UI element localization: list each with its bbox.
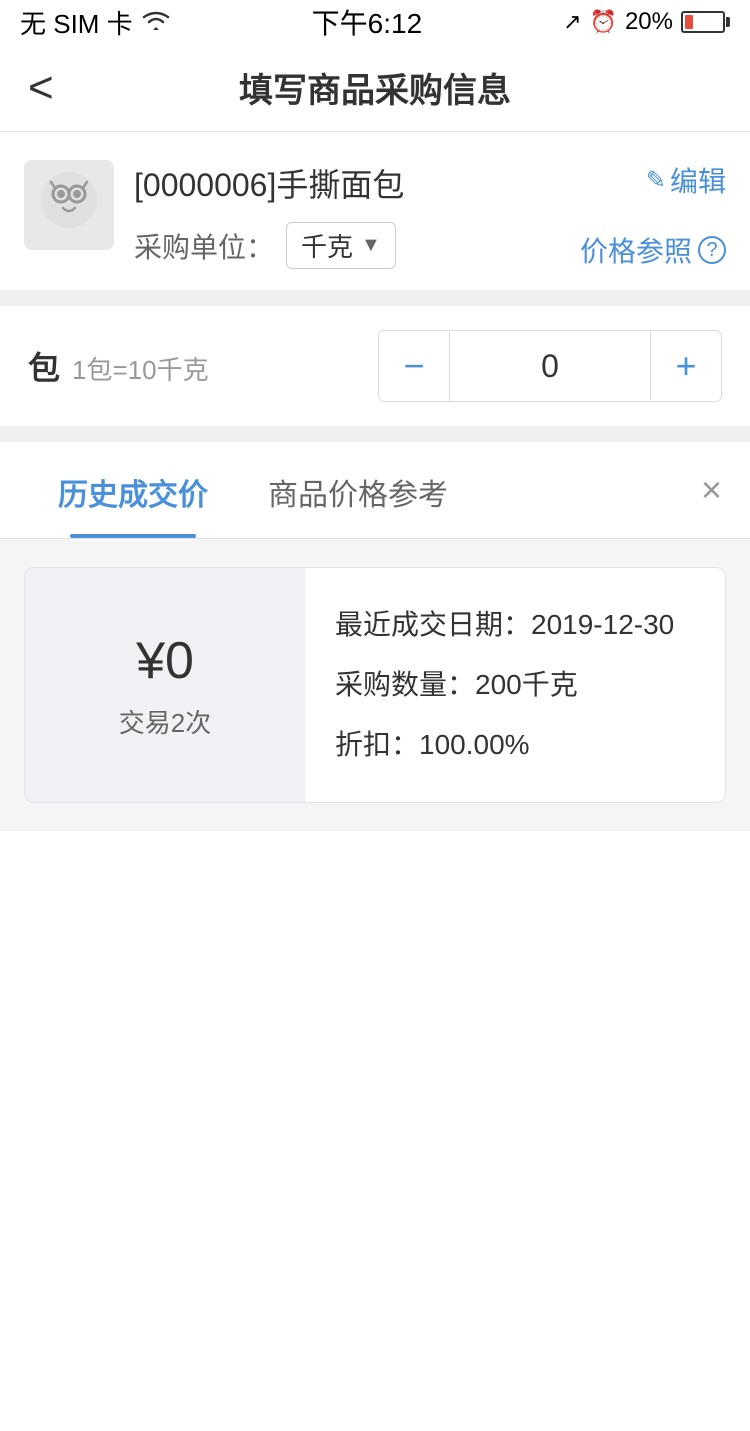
product-left: [0000006]手撕面包 采购单位： 千克 ▼ bbox=[24, 160, 404, 269]
product-info: [0000006]手撕面包 采购单位： 千克 ▼ bbox=[134, 160, 404, 269]
product-card: [0000006]手撕面包 采购单位： 千克 ▼ ✎ 编辑 价格参照 ? bbox=[0, 132, 750, 290]
status-bar: 无 SIM 卡 下午6:12 ↗ ⏰ 20% bbox=[0, 0, 750, 44]
product-header: [0000006]手撕面包 采购单位： 千克 ▼ ✎ 编辑 价格参照 ? bbox=[24, 160, 726, 270]
quantity-input-group: − + bbox=[378, 330, 722, 402]
quantity-row: 包 1包=10千克 − + bbox=[0, 306, 750, 426]
price-card-wrapper: ¥0 交易2次 最近成交日期：2019-12-30 采购数量：200千克 折扣：… bbox=[0, 539, 750, 831]
price-amount: ¥0 bbox=[136, 631, 194, 691]
nav-bar: < 填写商品采购信息 bbox=[0, 44, 750, 132]
purchase-qty-label: 采购数量： bbox=[335, 669, 475, 700]
product-right: ✎ 编辑 价格参照 ? bbox=[580, 160, 726, 270]
status-right: ↗ ⏰ 20% bbox=[563, 8, 730, 36]
unit-label: 采购单位： bbox=[134, 226, 274, 266]
product-unit-row: 采购单位： 千克 ▼ bbox=[134, 222, 404, 269]
location-icon: ↗ bbox=[563, 9, 581, 35]
tab-product-price-reference[interactable]: 商品价格参考 bbox=[238, 442, 478, 538]
page-title: 填写商品采购信息 bbox=[239, 63, 511, 112]
product-logo-icon bbox=[39, 170, 99, 240]
qty-conversion-note: 1包=10千克 bbox=[72, 350, 209, 387]
price-left-panel: ¥0 交易2次 bbox=[25, 568, 305, 802]
status-left: 无 SIM 卡 bbox=[20, 4, 171, 41]
quantity-plus-button[interactable]: + bbox=[650, 330, 722, 402]
quantity-left: 包 1包=10千克 bbox=[28, 343, 209, 389]
bottom-content-area bbox=[0, 831, 750, 1431]
price-detail-discount: 折扣：100.00% bbox=[335, 724, 695, 766]
tab-historical-price-label: 历史成交价 bbox=[58, 479, 208, 512]
price-tx-count: 交易2次 bbox=[119, 703, 211, 740]
price-card: ¥0 交易2次 最近成交日期：2019-12-30 采购数量：200千克 折扣：… bbox=[24, 567, 726, 803]
price-value: 0 bbox=[165, 632, 194, 690]
tabs-bar: 历史成交价 商品价格参考 × bbox=[0, 442, 750, 539]
battery-text: 20% bbox=[625, 8, 673, 36]
price-reference-button[interactable]: 价格参照 ? bbox=[580, 230, 726, 270]
quantity-minus-button[interactable]: − bbox=[378, 330, 450, 402]
unit-dropdown-icon: ▼ bbox=[361, 234, 381, 257]
tab-product-price-reference-label: 商品价格参考 bbox=[268, 479, 448, 512]
discount-value: 100.00% bbox=[419, 729, 530, 760]
recent-date-value: 2019-12-30 bbox=[531, 609, 674, 640]
discount-label: 折扣： bbox=[335, 729, 419, 760]
unit-value: 千克 bbox=[301, 227, 353, 264]
edit-button[interactable]: ✎ 编辑 bbox=[646, 160, 726, 200]
carrier-text: 无 SIM 卡 bbox=[20, 4, 133, 41]
wifi-icon bbox=[141, 7, 171, 38]
help-icon: ? bbox=[698, 236, 726, 264]
qty-unit-label: 包 bbox=[28, 343, 60, 389]
product-name: [0000006]手撕面包 bbox=[134, 160, 404, 206]
quantity-input[interactable] bbox=[450, 330, 650, 402]
recent-date-label: 最近成交日期： bbox=[335, 609, 531, 640]
back-button[interactable]: < bbox=[28, 63, 54, 113]
purchase-qty-value: 200千克 bbox=[475, 669, 578, 700]
status-time: 下午6:12 bbox=[312, 2, 423, 42]
battery-icon bbox=[681, 11, 730, 33]
price-currency-symbol: ¥ bbox=[136, 632, 165, 690]
section-divider bbox=[0, 290, 750, 306]
price-detail-date: 最近成交日期：2019-12-30 bbox=[335, 604, 695, 646]
tab-close-button[interactable]: × bbox=[701, 469, 722, 511]
product-thumbnail bbox=[24, 160, 114, 250]
price-ref-label: 价格参照 bbox=[580, 230, 692, 270]
edit-icon: ✎ bbox=[646, 166, 666, 195]
price-detail-qty: 采购数量：200千克 bbox=[335, 664, 695, 706]
tab-historical-price[interactable]: 历史成交价 bbox=[28, 442, 238, 538]
alarm-icon: ⏰ bbox=[590, 9, 617, 35]
tabs-section: 历史成交价 商品价格参考 × ¥0 交易2次 最近成交日期：2019-12-30… bbox=[0, 442, 750, 1431]
unit-select-button[interactable]: 千克 ▼ bbox=[286, 222, 396, 269]
edit-label: 编辑 bbox=[670, 160, 726, 200]
price-right-panel: 最近成交日期：2019-12-30 采购数量：200千克 折扣：100.00% bbox=[305, 568, 725, 802]
